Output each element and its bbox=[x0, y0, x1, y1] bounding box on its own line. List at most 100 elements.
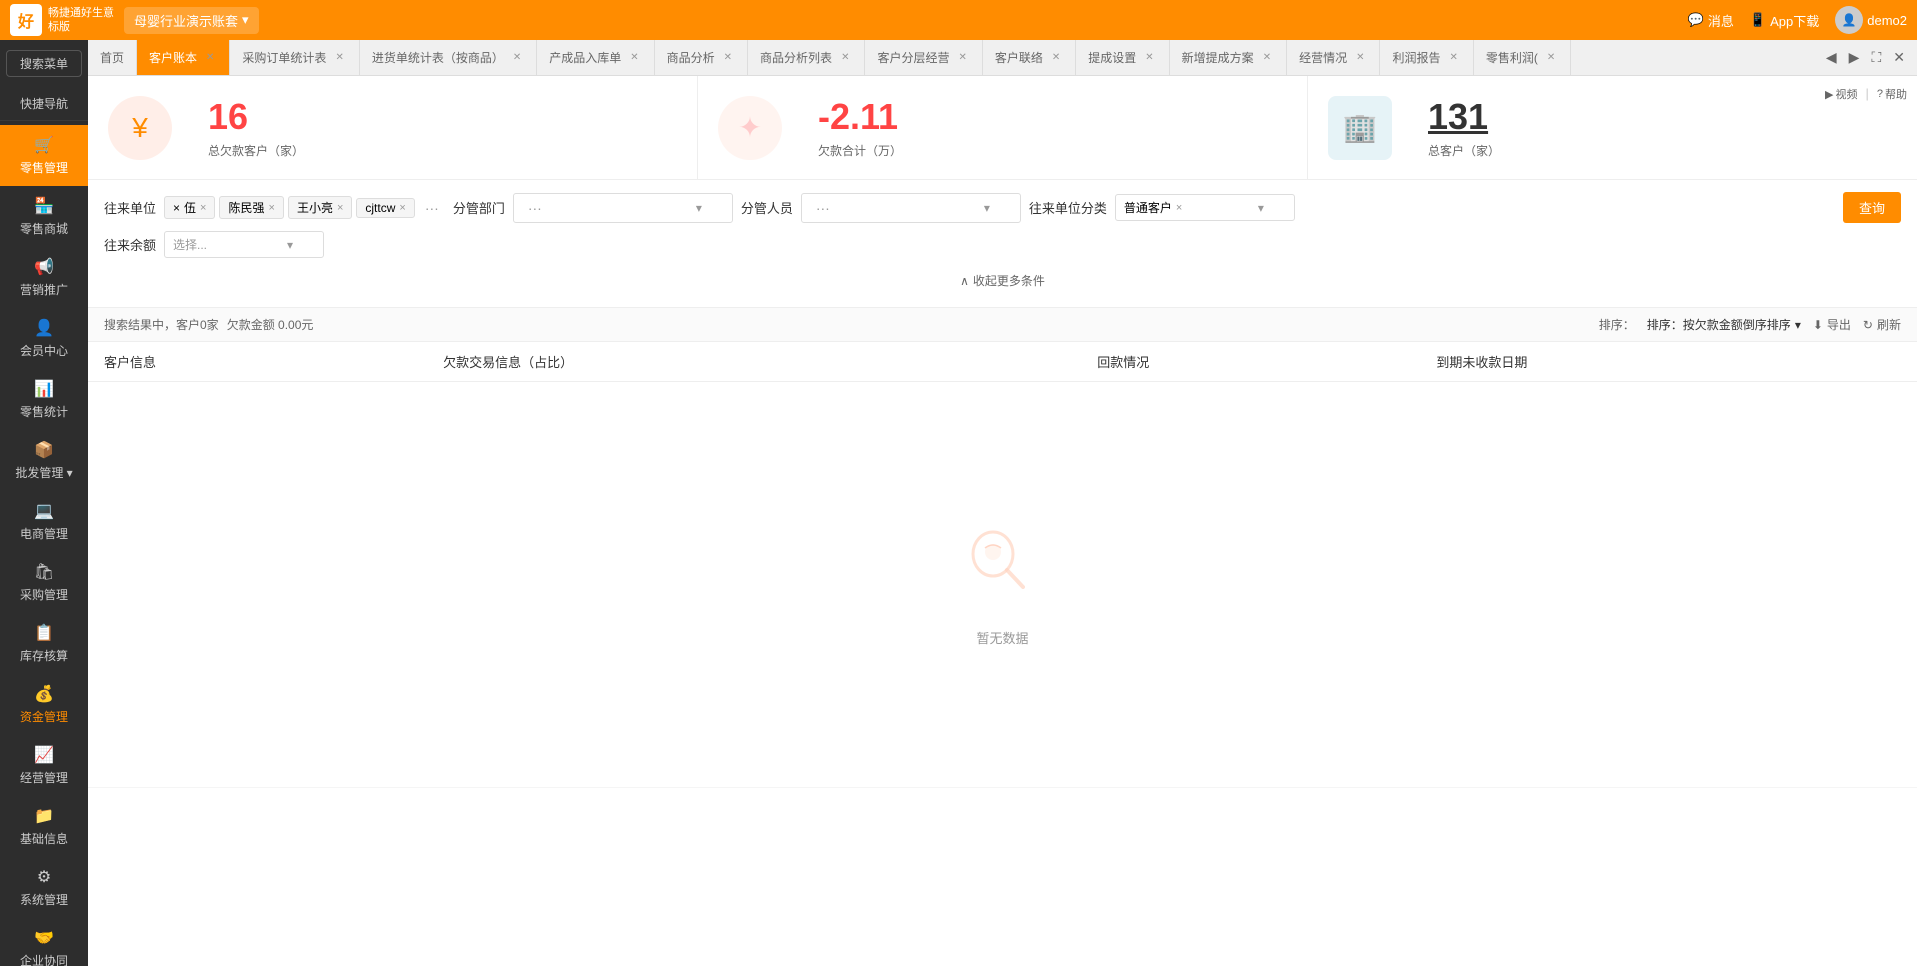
tab-close-icon[interactable]: ✕ bbox=[627, 51, 641, 64]
tab-close-icon[interactable]: ✕ bbox=[838, 51, 852, 64]
sidebar-item-member[interactable]: 👤 会员中心 bbox=[0, 308, 88, 369]
dropdown-arrow-icon: ▾ bbox=[242, 12, 249, 28]
filter-tag-chen[interactable]: 陈民强 × bbox=[219, 196, 283, 219]
refresh-button[interactable]: ↻ 刷新 bbox=[1863, 316, 1901, 333]
sidebar-quick-nav[interactable]: 快捷导航 bbox=[0, 87, 88, 121]
sidebar-item-label: 企业协同 bbox=[20, 952, 68, 966]
tab-close-icon[interactable]: ✕ bbox=[1353, 51, 1367, 64]
results-bar: 搜索结果中，客户0家 欠款金额 0.00元 排序： 排序：按欠款金额倒序排序 ▾… bbox=[88, 308, 1917, 342]
tab-close-icon[interactable]: ✕ bbox=[203, 51, 217, 64]
sidebar-item-finance[interactable]: 💰 资金管理 bbox=[0, 674, 88, 735]
tab-close-icon[interactable]: ✕ bbox=[332, 51, 346, 64]
video-icon: ▶ bbox=[1825, 88, 1833, 101]
tab-reminder-settings[interactable]: 提成设置 ✕ bbox=[1076, 40, 1169, 75]
filter-tag-group: × 伍 × 陈民强 × 王小亮 × bbox=[164, 196, 445, 219]
search-menu-button[interactable]: 搜索菜单 bbox=[6, 50, 82, 77]
tab-retail-profit[interactable]: 零售利润( ✕ bbox=[1474, 40, 1571, 75]
sort-dropdown[interactable]: 排序：按欠款金额倒序排序 ▾ bbox=[1647, 316, 1801, 333]
sidebar-item-ecommerce[interactable]: 💻 电商管理 bbox=[0, 491, 88, 552]
tab-expand-button[interactable]: ⛶ bbox=[1867, 45, 1885, 70]
unit-class-tag[interactable]: 普通客户 × bbox=[1124, 199, 1182, 216]
sidebar-search[interactable]: 搜索菜单 bbox=[0, 40, 88, 87]
tab-customer-contact[interactable]: 客户联络 ✕ bbox=[983, 40, 1076, 75]
tab-next-button[interactable]: ▶ bbox=[1845, 45, 1864, 70]
data-table: 客户信息 欠款交易信息（占比） 回款情况 到期未收款日期 bbox=[88, 342, 1917, 788]
tab-inventory-stats[interactable]: 进货单统计表（按商品） ✕ bbox=[360, 40, 537, 75]
tab-close-icon[interactable]: ✕ bbox=[1447, 51, 1461, 64]
tab-bar: 首页 客户账本 ✕ 采购订单统计表 ✕ 进货单统计表（按商品） ✕ 产成品入库单… bbox=[88, 40, 1917, 76]
sidebar-item-inventory[interactable]: 📋 库存核算 bbox=[0, 613, 88, 674]
sidebar-item-retail-mgmt[interactable]: 🛒 零售管理 bbox=[0, 125, 88, 186]
sidebar-item-label: 零售管理 bbox=[20, 159, 68, 176]
tab-close-icon[interactable]: ✕ bbox=[510, 51, 524, 64]
filter-tag-wang[interactable]: 王小亮 × bbox=[288, 196, 352, 219]
query-button[interactable]: 查询 bbox=[1843, 192, 1901, 223]
tab-close-icon[interactable]: ✕ bbox=[1260, 51, 1274, 64]
user-menu[interactable]: 👤 demo2 bbox=[1835, 6, 1907, 34]
remove-tag-cjttcw[interactable]: × bbox=[399, 202, 405, 214]
message-button[interactable]: 💬 消息 bbox=[1688, 11, 1734, 30]
sidebar-item-marketing[interactable]: 📢 营销推广 bbox=[0, 247, 88, 308]
sidebar-item-operation[interactable]: 📈 经营管理 bbox=[0, 735, 88, 796]
tab-close-icon[interactable]: ✕ bbox=[1544, 51, 1558, 64]
sidebar-item-system[interactable]: ⚙ 系统管理 bbox=[0, 857, 88, 918]
empty-state-cell: 暂无数据 bbox=[88, 382, 1917, 788]
balance-filter-input[interactable]: 选择... ▾ bbox=[164, 231, 324, 258]
tab-close-icon[interactable]: ✕ bbox=[721, 51, 735, 64]
video-help-button[interactable]: ▶ 视频 bbox=[1825, 86, 1857, 102]
sidebar-item-retail-stats[interactable]: 📊 零售统计 bbox=[0, 369, 88, 430]
remove-tag-wang[interactable]: × bbox=[337, 202, 343, 214]
remove-tag-chen[interactable]: × bbox=[269, 202, 275, 214]
tab-close-all-button[interactable]: ✕ bbox=[1889, 45, 1909, 70]
tab-customer-account[interactable]: 客户账本 ✕ bbox=[137, 40, 230, 75]
tab-home[interactable]: 首页 bbox=[88, 40, 137, 75]
stat-text-group-3: 131 总客户（家） bbox=[1428, 96, 1500, 159]
help-button[interactable]: ? 帮助 bbox=[1877, 86, 1907, 102]
stat-label-debt: 欠款合计（万） bbox=[818, 142, 902, 159]
tab-customer-segment[interactable]: 客户分层经营 ✕ bbox=[865, 40, 982, 75]
stat-value-debt: -2.11 bbox=[818, 96, 902, 138]
remove-tag-wu[interactable]: × bbox=[200, 202, 206, 214]
sidebar-item-label: 零售商城 bbox=[20, 220, 68, 237]
filter-tag-cjttcw[interactable]: cjttcw × bbox=[356, 198, 414, 218]
tab-purchase-order-stats[interactable]: 采购订单统计表 ✕ bbox=[230, 40, 359, 75]
collapse-up-icon: ∧ bbox=[960, 274, 969, 288]
collapse-button[interactable]: ∧ 收起更多条件 bbox=[954, 266, 1051, 295]
tab-operation-status[interactable]: 经营情况 ✕ bbox=[1287, 40, 1380, 75]
tab-profit-report[interactable]: 利润报告 ✕ bbox=[1380, 40, 1473, 75]
app-download-button[interactable]: 📱 App下载 bbox=[1750, 11, 1819, 30]
col-due-date: 到期未收款日期 bbox=[1420, 342, 1917, 382]
filter-tag-wu[interactable]: × 伍 × bbox=[164, 196, 215, 219]
corp-coop-icon: 🤝 bbox=[34, 928, 54, 948]
tab-close-icon[interactable]: ✕ bbox=[1142, 51, 1156, 64]
sidebar-item-purchase[interactable]: 🛍 采购管理 bbox=[0, 552, 88, 613]
tab-cost-in[interactable]: 产成品入库单 ✕ bbox=[537, 40, 654, 75]
tab-new-scheme[interactable]: 新增提成方案 ✕ bbox=[1170, 40, 1287, 75]
dept-filter-input[interactable]: ··· ▾ bbox=[513, 193, 733, 223]
unit-class-filter-input[interactable]: 普通客户 × ▾ bbox=[1115, 194, 1295, 221]
message-icon: 💬 bbox=[1688, 12, 1704, 28]
remove-unit-class-tag[interactable]: × bbox=[1176, 202, 1182, 214]
sidebar-item-basic-info[interactable]: 📁 基础信息 bbox=[0, 796, 88, 857]
sidebar-item-label: 资金管理 bbox=[20, 708, 68, 725]
content-area: 首页 客户账本 ✕ 采购订单统计表 ✕ 进货单统计表（按商品） ✕ 产成品入库单… bbox=[88, 40, 1917, 966]
wholesale-icon: 📦 bbox=[34, 440, 54, 460]
tab-close-icon[interactable]: ✕ bbox=[955, 51, 969, 64]
tab-prev-button[interactable]: ◀ bbox=[1822, 45, 1841, 70]
edition-selector[interactable]: 母婴行业演示账套 ▾ bbox=[124, 7, 259, 34]
person-filter-input[interactable]: ··· ▾ bbox=[801, 193, 1021, 223]
filter-more-button[interactable]: ··· bbox=[419, 198, 445, 218]
stat-bg-building: 🏢 bbox=[1328, 96, 1392, 160]
sidebar-item-label: 电商管理 bbox=[20, 525, 68, 542]
stat-bg-circle-2: ✦ bbox=[718, 96, 782, 160]
sidebar-item-retail-mall[interactable]: 🏪 零售商城 bbox=[0, 186, 88, 247]
sidebar-item-wholesale[interactable]: 📦 批发管理 ▾ bbox=[0, 430, 88, 491]
logo-icon: 好 bbox=[10, 4, 42, 36]
tab-goods-analysis-list[interactable]: 商品分析列表 ✕ bbox=[748, 40, 865, 75]
tab-close-icon[interactable]: ✕ bbox=[1049, 51, 1063, 64]
stat-value-total: 131 bbox=[1428, 96, 1500, 138]
stat-block-customers: ¥ 16 总欠款客户（家） bbox=[88, 76, 698, 179]
tab-goods-analysis[interactable]: 商品分析 ✕ bbox=[655, 40, 748, 75]
sidebar-item-corp-coop[interactable]: 🤝 企业协同 bbox=[0, 918, 88, 966]
export-button[interactable]: ⬇ 导出 bbox=[1813, 316, 1851, 333]
